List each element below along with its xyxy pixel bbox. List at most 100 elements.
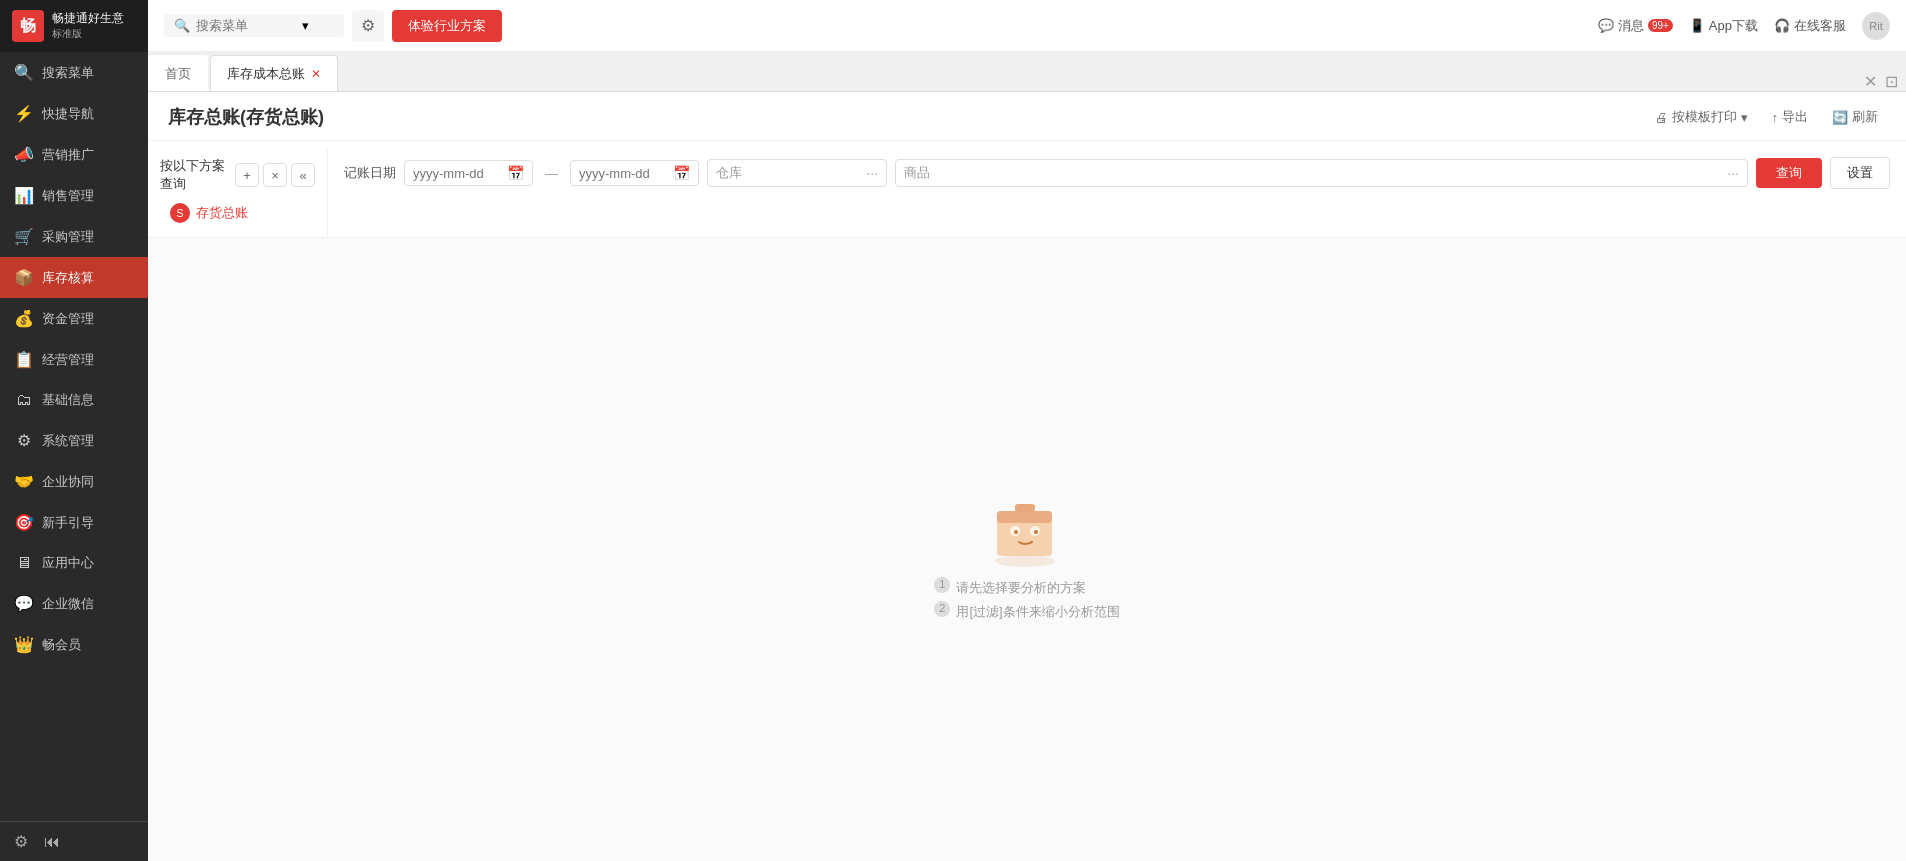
- topbar: 🔍 ▾ ⚙ 体验行业方案 💬 消息 99+ 📱 App下载 🎧 在线客服: [148, 0, 1906, 52]
- svg-point-7: [995, 555, 1055, 567]
- sidebar-item-shortcut[interactable]: ⚡ 快捷导航: [0, 93, 148, 134]
- app-badge: 标准版: [52, 27, 124, 41]
- sidebar-scroll: 🔍 搜索菜单 ⚡ 快捷导航 📣 营销推广 📊 销售管理 🛒 采购管理 📦 库存核…: [0, 52, 148, 821]
- goods-more-icon[interactable]: ···: [1727, 165, 1739, 181]
- content-area: 库存总账(存货总账) 🖨 按模板打印 ▾ ↑ 导出 🔄 刷新: [148, 92, 1906, 861]
- finance-icon: 💰: [14, 309, 34, 328]
- collapse-icon[interactable]: ⏮: [44, 833, 60, 851]
- calendar-start-icon[interactable]: 📅: [507, 165, 524, 181]
- goods-select[interactable]: 商品 ···: [895, 159, 1748, 187]
- marketing-icon: 📣: [14, 145, 34, 164]
- warehouse-select[interactable]: 仓库 ···: [707, 159, 887, 187]
- online-service-item[interactable]: 🎧 在线客服: [1774, 17, 1846, 35]
- page-header-actions: 🖨 按模板打印 ▾ ↑ 导出 🔄 刷新: [1647, 104, 1887, 130]
- search-icon: 🔍: [14, 63, 34, 82]
- date-start-input-wrap: 📅: [404, 160, 533, 186]
- settings-bottom-icon[interactable]: ⚙: [14, 832, 28, 851]
- trial-button[interactable]: 体验行业方案: [392, 10, 502, 42]
- sidebar-item-label-operations: 经营管理: [42, 351, 94, 369]
- goods-label: 商品: [904, 164, 930, 182]
- app-download-label: App下载: [1709, 17, 1758, 35]
- sidebar-item-label-purchase: 采购管理: [42, 228, 94, 246]
- sidebar-item-sales[interactable]: 📊 销售管理: [0, 175, 148, 216]
- query-button[interactable]: 查询: [1756, 158, 1822, 188]
- sidebar-item-label-finance: 资金管理: [42, 310, 94, 328]
- tab-close-icon[interactable]: ✕: [311, 67, 321, 81]
- sidebar-item-label-basics: 基础信息: [42, 391, 94, 409]
- sidebar-item-label-newbie: 新手引导: [42, 514, 94, 532]
- purchase-icon: 🛒: [14, 227, 34, 246]
- date-start-input[interactable]: [413, 166, 503, 181]
- warehouse-more-icon[interactable]: ···: [866, 165, 878, 181]
- sidebar-item-inventory[interactable]: 📦 库存核算: [0, 257, 148, 298]
- user-avatar[interactable]: Rit: [1862, 12, 1890, 40]
- sidebar-item-finance[interactable]: 💰 资金管理: [0, 298, 148, 339]
- topbar-search-icon: 🔍: [174, 18, 190, 33]
- date-separator: —: [541, 166, 562, 181]
- app-download-item[interactable]: 📱 App下载: [1689, 17, 1758, 35]
- sidebar-item-label-member: 畅会员: [42, 636, 81, 654]
- shortcut-icon: ⚡: [14, 104, 34, 123]
- date-end-input[interactable]: [579, 166, 669, 181]
- tab-home-label: 首页: [165, 65, 191, 83]
- print-button[interactable]: 🖨 按模板打印 ▾: [1647, 104, 1756, 130]
- tip-step-1: 1 请先选择要分析的方案: [934, 576, 1119, 599]
- tab-inventory-cost[interactable]: 库存成本总账 ✕: [210, 55, 338, 91]
- body-area: 1 请先选择要分析的方案 2 用[过滤]条件来缩小分析范围: [148, 238, 1906, 861]
- print-dropdown-icon[interactable]: ▾: [1741, 110, 1748, 125]
- export-label: 导出: [1782, 108, 1808, 126]
- export-icon: ↑: [1772, 110, 1779, 125]
- sidebar-item-appcenter[interactable]: 🖥 应用中心: [0, 543, 148, 583]
- system-icon: ⚙: [14, 431, 34, 450]
- sidebar-item-member[interactable]: 👑 畅会员: [0, 624, 148, 665]
- page-title: 库存总账(存货总账): [168, 105, 324, 129]
- sidebar-item-purchase[interactable]: 🛒 采购管理: [0, 216, 148, 257]
- tip-text-1: 请先选择要分析的方案: [956, 576, 1086, 599]
- member-icon: 👑: [14, 635, 34, 654]
- sidebar-item-marketing[interactable]: 📣 营销推广: [0, 134, 148, 175]
- sidebar-item-system[interactable]: ⚙ 系统管理: [0, 420, 148, 461]
- scheme-icon-stock-ledger: S: [170, 203, 190, 223]
- app-logo: 畅 畅捷通好生意 标准版: [0, 0, 148, 52]
- messages-item[interactable]: 💬 消息 99+: [1598, 17, 1673, 35]
- collapse-filter-btn[interactable]: «: [291, 163, 315, 187]
- export-button[interactable]: ↑ 导出: [1764, 104, 1817, 130]
- date-end-input-wrap: 📅: [570, 160, 699, 186]
- sidebar-item-operations[interactable]: 📋 经营管理: [0, 339, 148, 380]
- sidebar-item-label-wechat: 企业微信: [42, 595, 94, 613]
- sidebar-item-newbie[interactable]: 🎯 新手引导: [0, 502, 148, 543]
- tab-bar-expand-icon[interactable]: ⊡: [1885, 72, 1898, 91]
- tab-bar: 首页 库存成本总账 ✕ ✕ ⊡: [148, 52, 1906, 92]
- print-icon: 🖨: [1655, 110, 1668, 125]
- tab-bar-close-icon[interactable]: ✕: [1864, 72, 1877, 91]
- sidebar-item-enterprise[interactable]: 🤝 企业协同: [0, 461, 148, 502]
- empty-tips: 1 请先选择要分析的方案 2 用[过滤]条件来缩小分析范围: [934, 576, 1119, 623]
- refresh-button[interactable]: 🔄 刷新: [1824, 104, 1886, 130]
- sidebar-item-search[interactable]: 🔍 搜索菜单: [0, 52, 148, 93]
- messages-label: 消息: [1618, 17, 1644, 35]
- sidebar-item-label-inventory: 库存核算: [42, 269, 94, 287]
- tab-home[interactable]: 首页: [148, 55, 208, 91]
- main-area: 🔍 ▾ ⚙ 体验行业方案 💬 消息 99+ 📱 App下载 🎧 在线客服: [148, 0, 1906, 861]
- svg-rect-6: [1015, 504, 1035, 512]
- topbar-left: 🔍 ▾ ⚙ 体验行业方案: [164, 10, 1586, 42]
- topbar-search-input[interactable]: [196, 18, 296, 33]
- delete-filter-btn[interactable]: ×: [263, 163, 287, 187]
- svg-rect-1: [997, 511, 1052, 523]
- scheme-item-stock-ledger[interactable]: S 存货总账: [160, 197, 315, 229]
- sidebar-item-basics[interactable]: 🗂 基础信息: [0, 380, 148, 420]
- app-name: 畅捷通好生意: [52, 11, 124, 27]
- tip-step-2: 2 用[过滤]条件来缩小分析范围: [934, 600, 1119, 623]
- topbar-search-area[interactable]: 🔍 ▾: [164, 14, 344, 37]
- basics-icon: 🗂: [14, 391, 34, 409]
- topbar-dropdown-icon[interactable]: ▾: [302, 18, 309, 33]
- inventory-icon: 📦: [14, 268, 34, 287]
- tip-text-2: 用[过滤]条件来缩小分析范围: [956, 600, 1119, 623]
- page-header: 库存总账(存货总账) 🖨 按模板打印 ▾ ↑ 导出 🔄 刷新: [148, 92, 1906, 141]
- gear-button[interactable]: ⚙: [352, 10, 384, 42]
- sidebar-item-wechat[interactable]: 💬 企业微信: [0, 583, 148, 624]
- sidebar-item-label-sales: 销售管理: [42, 187, 94, 205]
- calendar-end-icon[interactable]: 📅: [673, 165, 690, 181]
- add-filter-btn[interactable]: +: [235, 163, 259, 187]
- setting-button[interactable]: 设置: [1830, 157, 1890, 189]
